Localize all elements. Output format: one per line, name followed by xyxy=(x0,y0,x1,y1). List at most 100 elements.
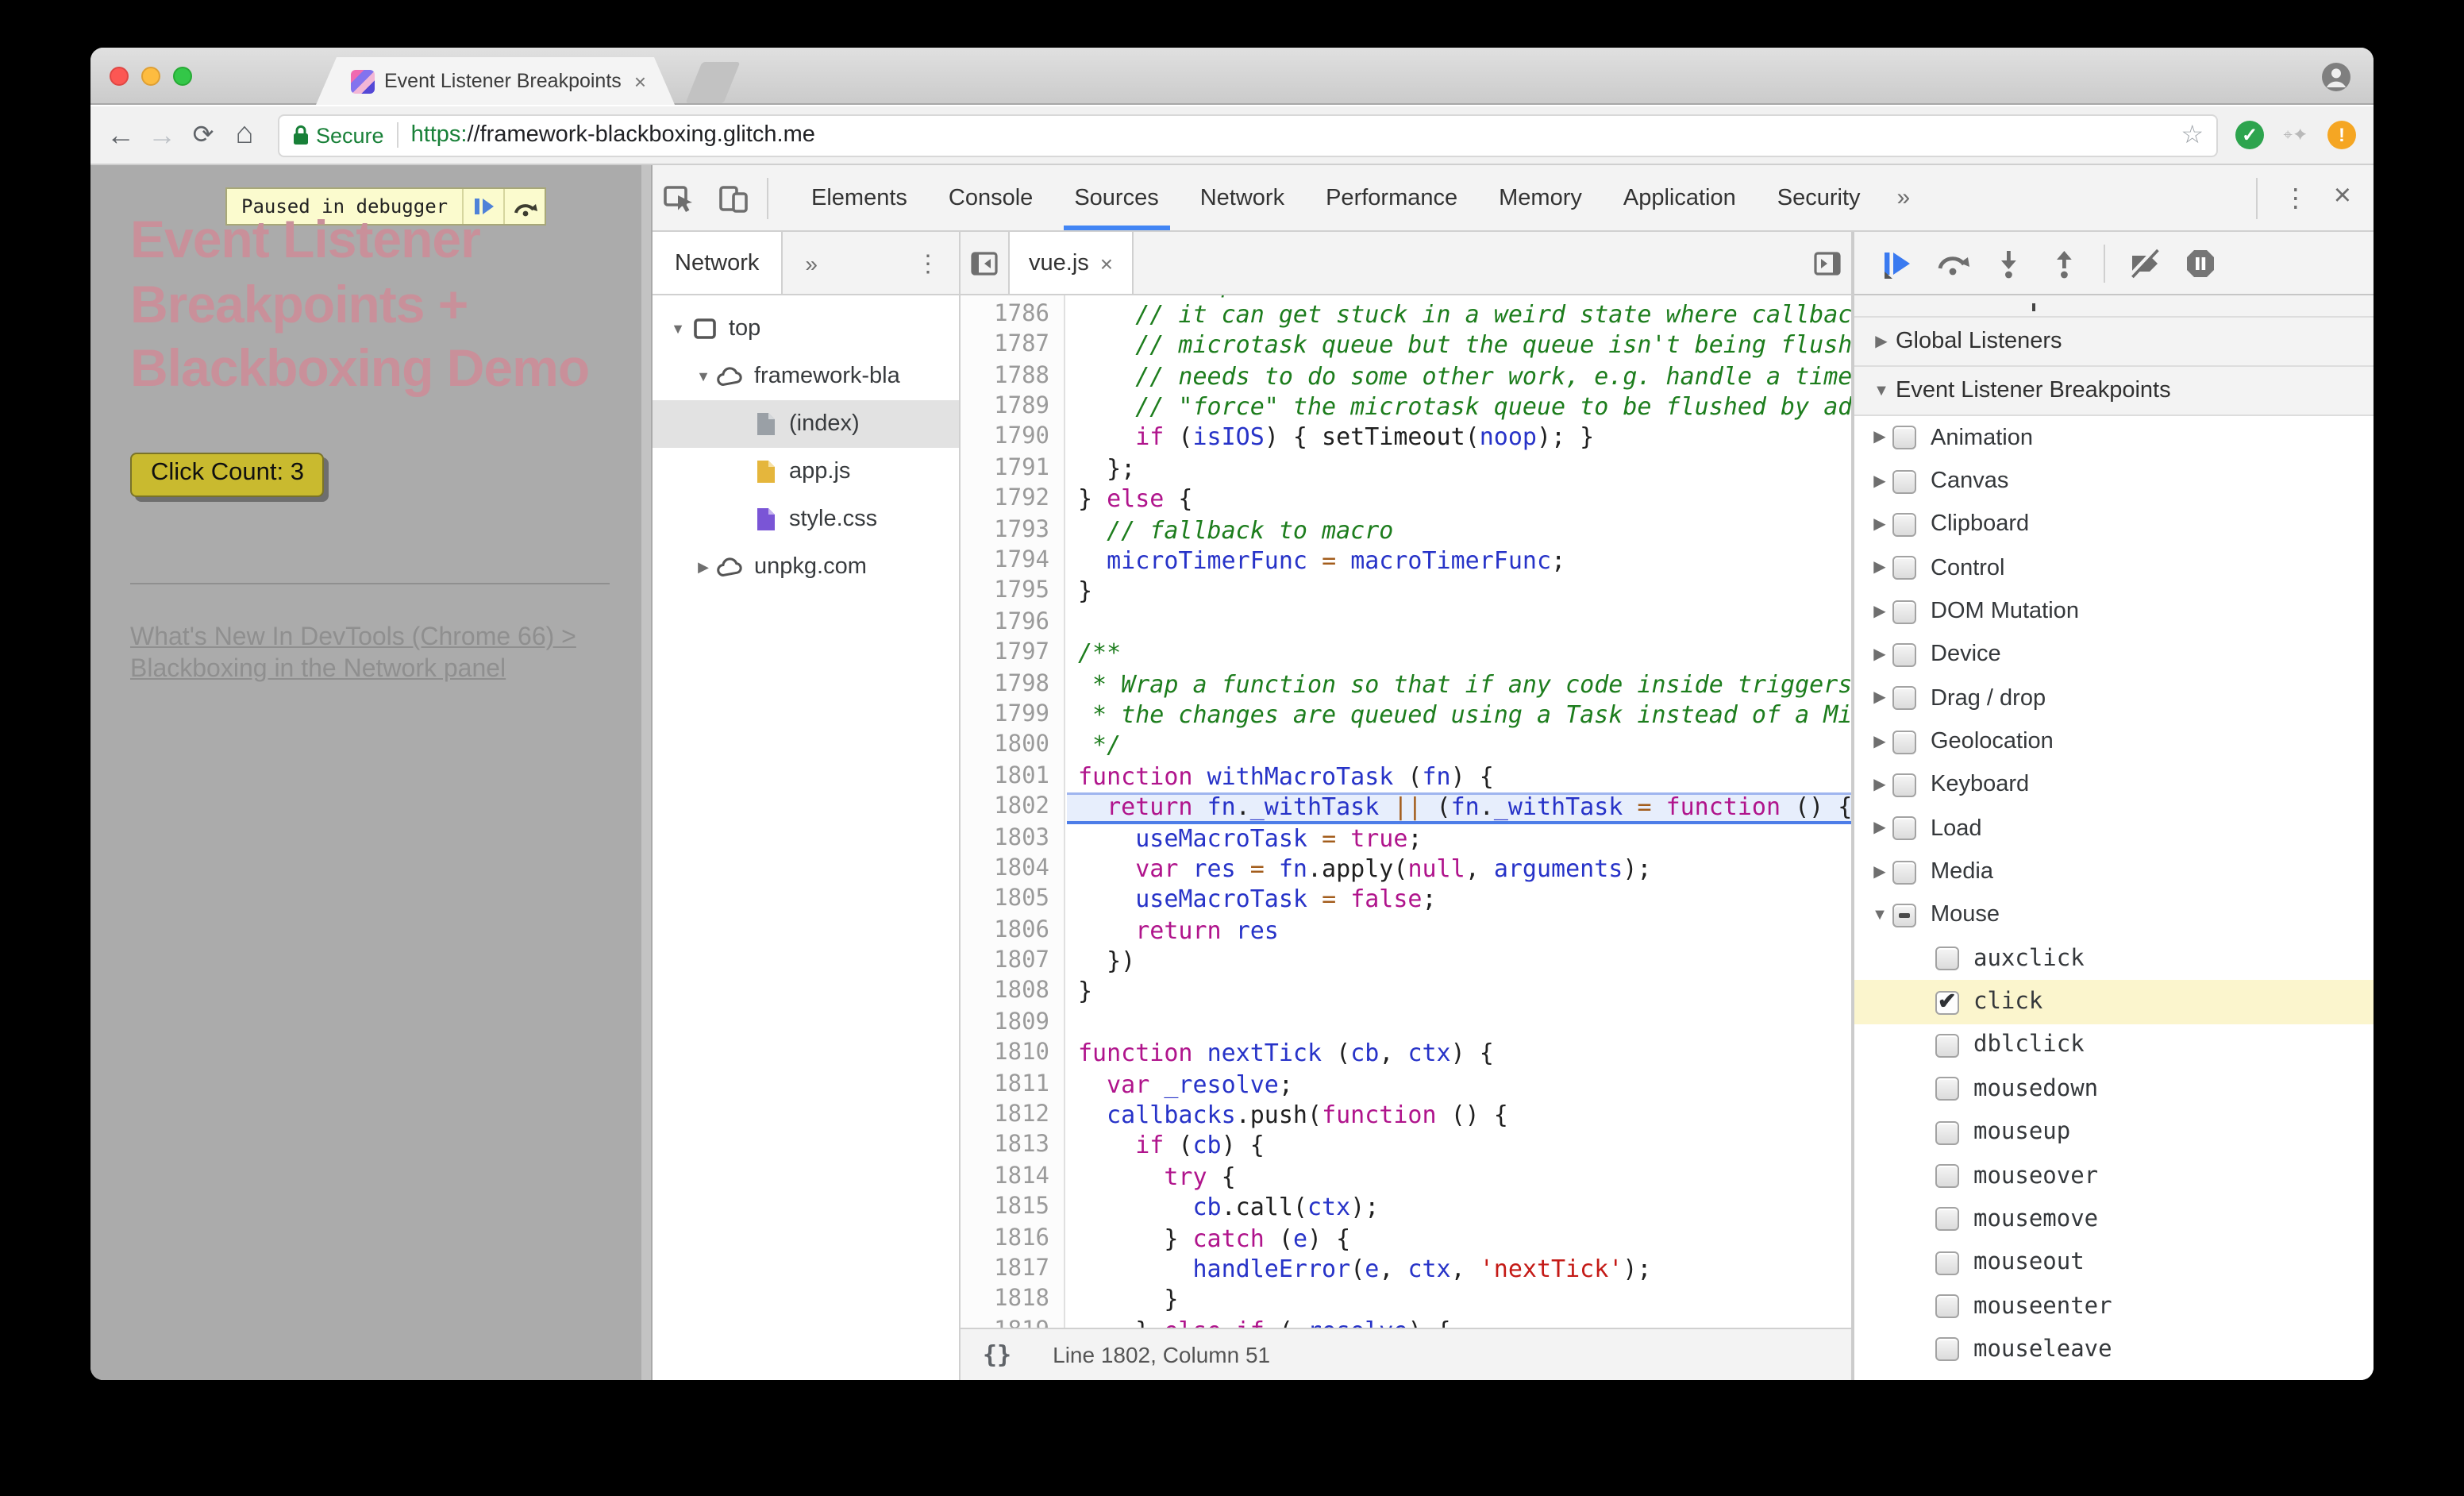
extension-alert-icon[interactable]: ! xyxy=(2327,121,2356,149)
code-line[interactable]: */ xyxy=(1067,731,1851,762)
reload-icon[interactable]: ⟳ xyxy=(183,119,224,151)
breakpoint-category-geolocation[interactable]: ▶ Geolocation xyxy=(1854,720,2374,764)
collapsed-arrow-icon[interactable]: ▶ xyxy=(1867,429,1892,446)
code-line[interactable]: /** xyxy=(1067,638,1851,669)
breakpoint-event-dblclick[interactable]: dblclick xyxy=(1854,1024,2374,1068)
breakpoint-event-mouseenter[interactable]: mouseenter xyxy=(1854,1285,2374,1328)
breakpoint-event-mousemove[interactable]: mousemove xyxy=(1854,1197,2374,1241)
breakpoint-event-mouseleave[interactable]: mouseleave xyxy=(1854,1328,2374,1371)
code-line[interactable]: if (isIOS) { setTimeout(noop); } xyxy=(1067,423,1851,454)
line-number[interactable]: 1812 xyxy=(961,1101,1064,1132)
code-line[interactable]: } else if (_resolve) { xyxy=(1067,1317,1851,1328)
code-line[interactable]: return res xyxy=(1067,916,1851,947)
checkbox-off[interactable] xyxy=(1892,860,1916,885)
execution-line[interactable]: return fn._withTask || (fn._withTask = f… xyxy=(1067,792,1851,824)
tree-item-unpkg-com[interactable]: ▶ unpkg.com xyxy=(653,543,959,591)
expanded-arrow-icon[interactable]: ▼ xyxy=(665,321,691,337)
checkbox-off[interactable] xyxy=(1935,1120,1959,1145)
code-line[interactable]: // "force" the microtask queue to be flu… xyxy=(1067,392,1851,423)
line-number[interactable]: 1796 xyxy=(961,608,1064,639)
collapsed-arrow-icon[interactable]: ▶ xyxy=(1867,820,1892,838)
resume-script-button[interactable] xyxy=(1877,242,1918,283)
navigator-tab-network[interactable]: Network xyxy=(653,232,783,294)
devtools-article-link[interactable]: What's New In DevTools (Chrome 66) > Bla… xyxy=(130,623,576,684)
step-out-button[interactable] xyxy=(2043,242,2085,283)
collapsed-arrow-icon[interactable]: ▶ xyxy=(1867,863,1892,881)
checkbox-off[interactable] xyxy=(1935,1251,1959,1275)
pretty-print-icon[interactable]: {} xyxy=(983,1340,1011,1369)
breakpoint-category-animation[interactable]: ▶ Animation xyxy=(1854,416,2374,460)
window-minimize-button[interactable] xyxy=(141,67,160,86)
devtools-close-icon[interactable]: × xyxy=(2327,179,2374,217)
breakpoint-event-mouseover[interactable]: mouseover xyxy=(1854,1155,2374,1198)
line-number[interactable]: 1788 xyxy=(961,361,1064,392)
tree-item-app-js[interactable]: app.js xyxy=(653,448,959,495)
checkbox-off[interactable] xyxy=(1935,947,1959,971)
step-over-button[interactable] xyxy=(1932,242,1973,283)
expanded-arrow-icon[interactable]: ▼ xyxy=(1867,907,1892,924)
checkbox-off[interactable] xyxy=(1935,1207,1959,1232)
bookmark-star-icon[interactable]: ☆ xyxy=(2181,119,2204,151)
breakpoint-category-keyboard[interactable]: ▶ Keyboard xyxy=(1854,764,2374,808)
collapsed-arrow-icon[interactable]: ▶ xyxy=(1867,646,1892,664)
code-line[interactable]: useMacroTask = true; xyxy=(1067,823,1851,854)
collapsed-arrow-icon[interactable]: ▶ xyxy=(1867,559,1892,576)
expanded-arrow-icon[interactable]: ▼ xyxy=(1867,382,1896,399)
breakpoint-category-canvas[interactable]: ▶ Canvas xyxy=(1854,460,2374,503)
line-number[interactable]: 1804 xyxy=(961,854,1064,885)
extension-dimmed-icon[interactable]: ⌖✦ xyxy=(2281,121,2310,149)
devtools-tab-security[interactable]: Security xyxy=(1757,165,1881,230)
devtools-tab-memory[interactable]: Memory xyxy=(1478,165,1603,230)
devtools-tab-elements[interactable]: Elements xyxy=(791,165,928,230)
devtools-tab-performance[interactable]: Performance xyxy=(1305,165,1478,230)
line-number[interactable]: 1807 xyxy=(961,947,1064,977)
code-line[interactable]: if (cb) { xyxy=(1067,1132,1851,1162)
breakpoint-category-load[interactable]: ▶ Load xyxy=(1854,807,2374,850)
breakpoint-category-device[interactable]: ▶ Device xyxy=(1854,633,2374,677)
section-event-listener-breakpoints[interactable]: ▼ Event Listener Breakpoints xyxy=(1854,367,2374,416)
line-number[interactable]: 1790 xyxy=(961,423,1064,454)
checkbox-on[interactable] xyxy=(1935,987,1959,1015)
window-zoom-button[interactable] xyxy=(173,67,192,86)
checkbox-off[interactable] xyxy=(1892,730,1916,754)
breakpoint-category-drag-drop[interactable]: ▶ Drag / drop xyxy=(1854,677,2374,720)
line-number[interactable]: 1809 xyxy=(961,1008,1064,1039)
expand-sidebar-icon[interactable] xyxy=(1810,245,1845,280)
breakpoint-category-mouse[interactable]: ▼ Mouse xyxy=(1854,894,2374,938)
checkbox-off[interactable] xyxy=(1892,686,1916,711)
code-line[interactable]: var res = fn.apply(null, arguments); xyxy=(1067,854,1851,885)
line-number[interactable]: 1808 xyxy=(961,977,1064,1008)
code-line[interactable]: }) xyxy=(1067,947,1851,977)
checkbox-off[interactable] xyxy=(1892,773,1916,797)
devtools-tab-console[interactable]: Console xyxy=(928,165,1053,230)
new-tab-button[interactable] xyxy=(685,62,741,103)
devtools-menu-icon[interactable]: ⋮ xyxy=(2264,182,2327,214)
deactivate-breakpoints-button[interactable] xyxy=(2124,242,2166,283)
line-number[interactable]: 1792 xyxy=(961,484,1064,515)
step-into-button[interactable] xyxy=(1988,242,2029,283)
file-tab-close-icon[interactable]: × xyxy=(1100,250,1113,276)
checkbox-off[interactable] xyxy=(1892,556,1916,580)
collapsed-arrow-icon[interactable]: ▶ xyxy=(1867,733,1892,750)
forward-icon[interactable]: → xyxy=(141,118,183,152)
line-number[interactable]: 1817 xyxy=(961,1255,1064,1286)
devtools-tab-sources[interactable]: Sources xyxy=(1053,165,1179,230)
line-number[interactable]: 1787 xyxy=(961,331,1064,362)
navigator-more-tabs-icon[interactable]: » xyxy=(805,250,818,276)
collapsed-arrow-icon[interactable]: ▶ xyxy=(1867,777,1892,794)
code-area[interactable]: 1785178617871788178917901791179217931794… xyxy=(961,295,1851,1328)
code-line[interactable]: // fallback to macro xyxy=(1067,515,1851,546)
line-number[interactable]: 1794 xyxy=(961,546,1064,577)
expanded-arrow-icon[interactable]: ▼ xyxy=(691,368,716,384)
collapsed-arrow-icon[interactable]: ▶ xyxy=(691,558,716,576)
browser-tab[interactable]: Event Listener Breakpoints + B × xyxy=(316,57,675,105)
code-line[interactable]: function withMacroTask (fn) { xyxy=(1067,762,1851,793)
line-number[interactable]: 1793 xyxy=(961,515,1064,546)
checkbox-mixed[interactable] xyxy=(1892,903,1916,927)
line-number[interactable]: 1818 xyxy=(961,1286,1064,1317)
line-number[interactable]: 1816 xyxy=(961,1224,1064,1255)
section-global-listeners[interactable]: ▶ Global Listeners xyxy=(1854,318,2374,367)
collapsed-arrow-icon[interactable]: ▶ xyxy=(1867,333,1896,350)
devtools-tab-application[interactable]: Application xyxy=(1603,165,1757,230)
breakpoint-event-auxclick[interactable]: auxclick xyxy=(1854,937,2374,981)
